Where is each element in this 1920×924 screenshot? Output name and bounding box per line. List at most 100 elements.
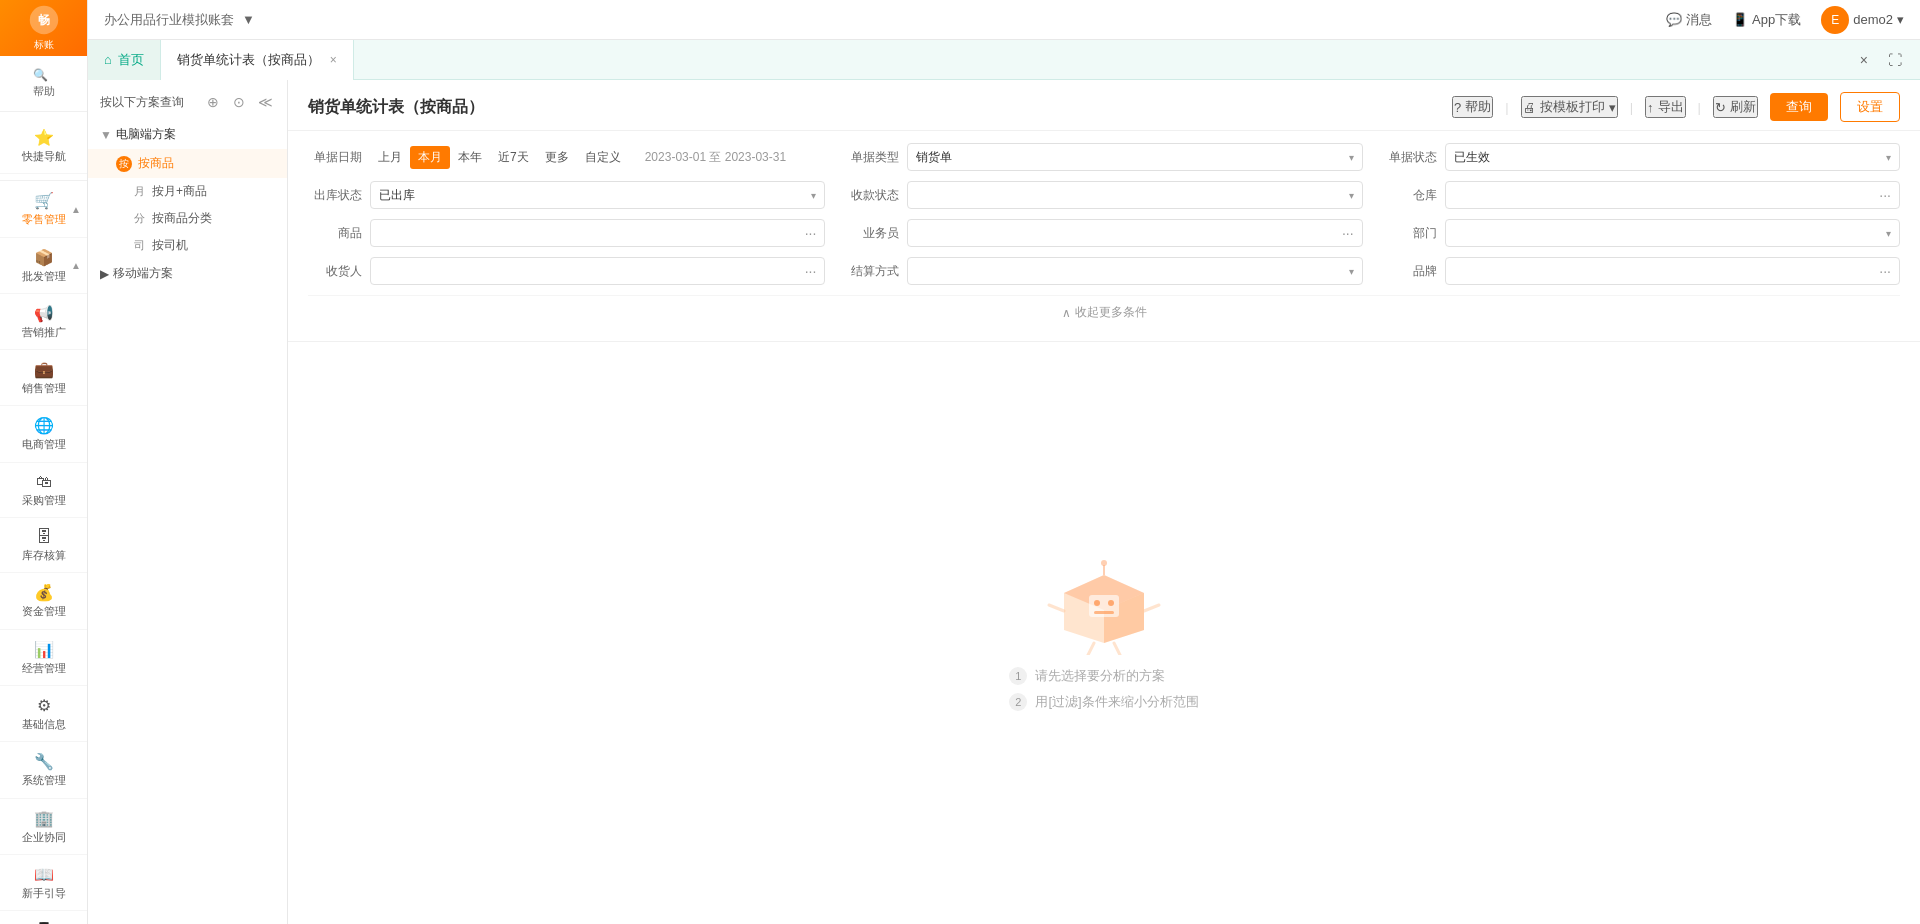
window-close-button[interactable]: × <box>1854 50 1874 70</box>
retail-icon: 🛒 <box>34 191 54 210</box>
page-title-bar: 销货单统计表（按商品） ? 帮助 | 🖨 按模板打印 ▾ | ↑ <box>288 80 1920 131</box>
filter-consignee-field: 收货人 ··· <box>308 257 825 285</box>
scheme-subitem-category[interactable]: 分 按商品分类 <box>88 205 287 232</box>
sidebar-item-finance[interactable]: 💰 资金管理 <box>0 573 87 629</box>
date-tab-7days[interactable]: 近7天 <box>490 146 537 169</box>
settings-button[interactable]: 设置 <box>1840 92 1900 122</box>
export-button[interactable]: ↑ 导出 <box>1645 96 1686 118</box>
scheme-item-by-product[interactable]: 按 按商品 <box>88 149 287 178</box>
edit-scheme-button[interactable]: ⊙ <box>229 92 249 112</box>
sidebar: 畅 标账 🔍 帮助 ⭐ 快捷导航 🛒 零售管理 ▲ 📦 批发管理 ▲ 📢 营销推… <box>0 0 88 924</box>
tab-stats[interactable]: 销货单统计表（按商品） × <box>161 40 354 80</box>
dept-arrow: ▾ <box>1886 228 1891 239</box>
scheme-subitem-cashier[interactable]: 司 按司机 <box>88 232 287 259</box>
pc-scheme-group[interactable]: ▼ 电脑端方案 <box>88 120 287 149</box>
tip-text-2: 用[过滤]条件来缩小分析范围 <box>1035 693 1198 711</box>
paymentstatus-input[interactable]: ▾ <box>907 181 1362 209</box>
tab-home[interactable]: ⌂ 首页 <box>88 40 161 80</box>
message-button[interactable]: 💬 消息 <box>1666 11 1712 29</box>
help-button[interactable]: ? 帮助 <box>1452 96 1493 118</box>
date-tab-thismonth[interactable]: 本月 <box>410 146 450 169</box>
sidebar-item-guide[interactable]: 📖 新手引导 <box>0 855 87 911</box>
print-icon: 🖨 <box>1523 100 1536 115</box>
by-product-icon: 按 <box>116 156 132 172</box>
salesperson-input[interactable]: ··· <box>907 219 1362 247</box>
sidebar-item-purchase[interactable]: 🛍 采购管理 <box>0 463 87 518</box>
outstatus-input[interactable]: 已出库 ▾ <box>370 181 825 209</box>
sidebar-item-inventory[interactable]: 🗄 库存核算 <box>0 518 87 573</box>
finance-icon: 💰 <box>34 583 54 602</box>
warehouse-input[interactable]: ··· <box>1445 181 1900 209</box>
sidebar-item-retail[interactable]: 🛒 零售管理 ▲ <box>0 181 87 237</box>
sidebar-item-wholesale[interactable]: 📦 批发管理 ▲ <box>0 238 87 294</box>
sidebar-item-wholesale-label: 批发管理 <box>22 269 66 283</box>
add-scheme-button[interactable]: ⊕ <box>203 92 223 112</box>
filter-area: 单据日期 上月 本月 本年 近7天 更多 自定义 2023-03-01 至 20… <box>288 131 1920 342</box>
brand-input[interactable]: ··· <box>1445 257 1900 285</box>
date-tab-custom[interactable]: 自定义 <box>577 146 629 169</box>
tab-close-button[interactable]: × <box>330 53 337 67</box>
dept-label: 部门 <box>1383 225 1437 242</box>
docstatus-input[interactable]: 已生效 ▾ <box>1445 143 1900 171</box>
product-input[interactable]: ··· <box>370 219 825 247</box>
message-icon: 💬 <box>1666 12 1682 27</box>
search-label: 帮助 <box>33 84 55 99</box>
search-menu-button[interactable]: 🔍 帮助 <box>33 64 55 103</box>
month-product-icon: 月 <box>132 185 146 199</box>
paymentstatus-label: 收款状态 <box>845 187 899 204</box>
consignee-input[interactable]: ··· <box>370 257 825 285</box>
date-tab-lastmonth[interactable]: 上月 <box>370 146 410 169</box>
sidebar-item-basic[interactable]: ⚙ 基础信息 <box>0 686 87 742</box>
window-maximize-button[interactable]: ⛶ <box>1882 50 1908 70</box>
svg-point-7 <box>1108 600 1114 606</box>
sidebar-item-quicknav-label: 快捷导航 <box>22 149 66 163</box>
svg-rect-8 <box>1094 611 1114 614</box>
filter-paymentmethod-field: 结算方式 ▾ <box>845 257 1362 285</box>
empty-state: 1 请先选择要分析的方案 2 用[过滤]条件来缩小分析范围 <box>288 342 1920 924</box>
svg-line-11 <box>1049 605 1064 611</box>
sidebar-item-operations[interactable]: 📊 经营管理 <box>0 630 87 686</box>
filter-warehouse-field: 仓库 ··· <box>1383 181 1900 209</box>
sidebar-item-sales-label: 销售管理 <box>22 381 66 395</box>
paymentmethod-input[interactable]: ▾ <box>907 257 1362 285</box>
sidebar-item-system[interactable]: 🔧 系统管理 <box>0 742 87 798</box>
mobile-scheme-group[interactable]: ▶ 移动端方案 <box>88 259 287 288</box>
quick-nav-section: ⭐ 快捷导航 <box>0 112 87 181</box>
sidebar-item-operations-label: 经营管理 <box>22 661 66 675</box>
consignee-label: 收货人 <box>308 263 362 280</box>
user-menu[interactable]: E demo2 ▾ <box>1821 6 1904 34</box>
collapse-bar[interactable]: ∧ 收起更多条件 <box>308 295 1900 329</box>
collapse-panel-button[interactable]: ≪ <box>255 92 275 112</box>
dept-input[interactable]: ▾ <box>1445 219 1900 247</box>
print-button[interactable]: 🖨 按模板打印 ▾ <box>1521 96 1618 118</box>
app-download-button[interactable]: 📱 App下载 <box>1732 11 1801 29</box>
filter-date-field: 单据日期 上月 本月 本年 近7天 更多 自定义 2023-03-01 至 20… <box>308 146 825 169</box>
query-button[interactable]: 查询 <box>1770 93 1828 121</box>
sidebar-item-quicknav[interactable]: ⭐ 快捷导航 <box>0 118 87 174</box>
settings-label: 设置 <box>1857 98 1883 116</box>
doctype-input[interactable]: 销货单 ▾ <box>907 143 1362 171</box>
refresh-label: 刷新 <box>1730 98 1756 116</box>
message-label: 消息 <box>1686 11 1712 29</box>
sidebar-item-sales[interactable]: 💼 销售管理 <box>0 350 87 406</box>
sidebar-item-marketing[interactable]: 📢 营销推广 <box>0 294 87 350</box>
tip-text-1: 请先选择要分析的方案 <box>1035 667 1165 685</box>
brand-dots: ··· <box>1879 263 1891 279</box>
date-tab-more[interactable]: 更多 <box>537 146 577 169</box>
right-panel: 销货单统计表（按商品） ? 帮助 | 🖨 按模板打印 ▾ | ↑ <box>288 80 1920 924</box>
wholesale-icon: 📦 <box>34 248 54 267</box>
date-tab-thisyear[interactable]: 本年 <box>450 146 490 169</box>
sidebar-item-appcenter[interactable]: 📱 应用中心 <box>0 911 87 924</box>
sidebar-item-enterprise[interactable]: 🏢 企业协同 <box>0 799 87 855</box>
filter-row-3: 商品 ··· 业务员 ··· <box>308 219 1900 247</box>
pc-scheme-arrow: ▼ <box>100 128 112 142</box>
salesperson-label: 业务员 <box>845 225 899 242</box>
filter-row-2: 出库状态 已出库 ▾ 收款状态 ▾ <box>308 181 1900 209</box>
pc-scheme-label: 电脑端方案 <box>116 126 176 143</box>
sidebar-item-ecommerce[interactable]: 🌐 电商管理 <box>0 406 87 462</box>
refresh-button[interactable]: ↻ 刷新 <box>1713 96 1758 118</box>
scheme-subitem-month-product[interactable]: 月 按月+商品 <box>88 178 287 205</box>
app-download-icon: 📱 <box>1732 12 1748 27</box>
logo-subtext: 标账 <box>34 38 54 52</box>
export-icon: ↑ <box>1647 100 1654 115</box>
